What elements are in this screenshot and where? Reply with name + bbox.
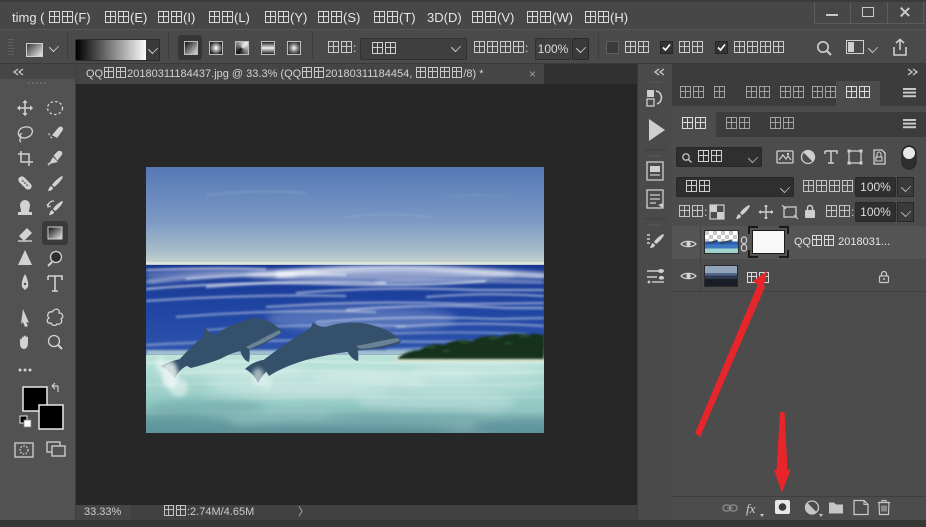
svg-text:fx: fx [746, 501, 756, 516]
